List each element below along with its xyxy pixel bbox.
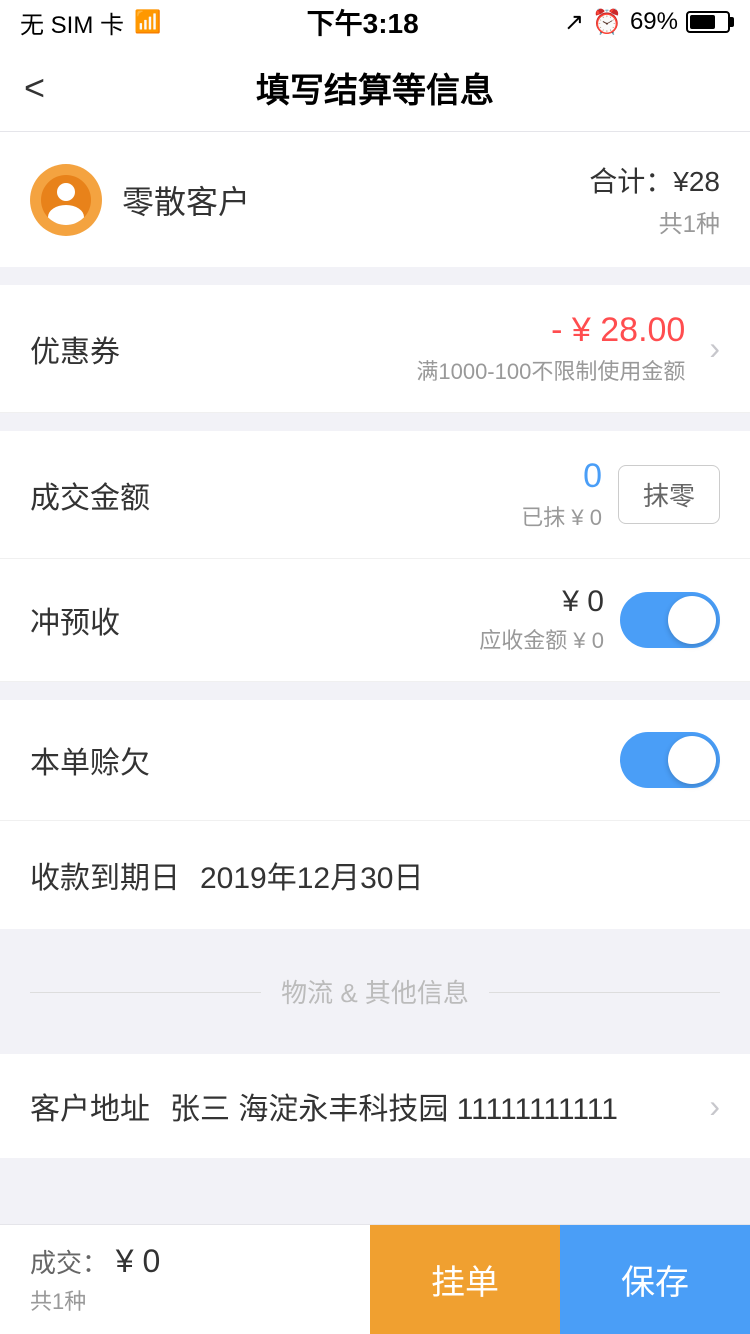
battery-icon xyxy=(686,11,730,33)
bottom-info: 成交： ¥ 0 共1种 xyxy=(0,1243,370,1316)
address-value: 张三 海淀永丰科技园 11111111111 xyxy=(170,1084,681,1128)
coupon-right: - ¥ 28.00 满1000-100不限制使用金额 › xyxy=(416,311,720,386)
coupon-desc: 满1000-100不限制使用金额 xyxy=(416,354,685,386)
debt-toggle-knob xyxy=(668,736,716,784)
debt-toggle[interactable] xyxy=(620,732,720,788)
due-date-label: 收款到期日 xyxy=(30,853,180,897)
transaction-value: 0 xyxy=(521,457,602,496)
save-button[interactable]: 保存 xyxy=(560,1225,750,1334)
address-row[interactable]: 客户地址 张三 海淀永丰科技园 11111111111 › xyxy=(0,1054,750,1158)
location-icon: ↗ xyxy=(564,8,584,37)
due-date-row[interactable]: 收款到期日 2019年12月30日 xyxy=(0,820,750,929)
nav-bar: < 填写结算等信息 xyxy=(0,44,750,132)
bottom-deal-row: 成交： ¥ 0 xyxy=(30,1243,340,1280)
bottom-count: 共1种 xyxy=(30,1284,340,1316)
battery-label: 69% xyxy=(630,8,678,36)
status-time: 下午3:18 xyxy=(307,2,419,42)
logistics-divider: 物流 & 其他信息 xyxy=(0,947,750,1036)
debt-label: 本单赊欠 xyxy=(30,738,150,782)
prepayment-col: ¥ 0 应收金额 ¥ 0 xyxy=(479,585,604,655)
alarm-icon: ⏰ xyxy=(592,8,622,37)
round-button[interactable]: 抹零 xyxy=(618,465,720,524)
status-bar: 无 SIM 卡 📶 下午3:18 ↗ ⏰ 69% xyxy=(0,0,750,44)
toggle-knob xyxy=(668,596,716,644)
transaction-amount-row: 成交金额 0 已抹 ¥ 0 抹零 xyxy=(0,431,750,559)
gap1 xyxy=(0,267,750,285)
prepayment-row: 冲预收 ¥ 0 应收金额 ¥ 0 xyxy=(0,559,750,682)
status-left: 无 SIM 卡 📶 xyxy=(20,5,161,40)
coupon-col: - ¥ 28.00 满1000-100不限制使用金额 xyxy=(416,311,685,386)
total-count: 共1种 xyxy=(589,204,720,239)
hang-button[interactable]: 挂单 xyxy=(370,1225,560,1334)
gap3 xyxy=(0,682,750,700)
carrier-label: 无 SIM 卡 xyxy=(20,5,124,40)
logistics-text: 物流 & 其他信息 xyxy=(261,973,489,1010)
gap4 xyxy=(0,929,750,947)
status-right: ↗ ⏰ 69% xyxy=(564,8,730,37)
address-chevron-icon: › xyxy=(709,1088,720,1125)
customer-left: 零散客户 xyxy=(30,164,250,236)
customer-summary: 合计：¥28 共1种 xyxy=(589,160,720,239)
prepayment-sub: 应收金额 ¥ 0 xyxy=(479,623,604,655)
coupon-row[interactable]: 优惠券 - ¥ 28.00 满1000-100不限制使用金额 › xyxy=(0,285,750,413)
prepayment-toggle[interactable] xyxy=(620,592,720,648)
customer-row: 零散客户 合计：¥28 共1种 xyxy=(0,132,750,267)
back-button[interactable]: < xyxy=(24,67,45,109)
gap5 xyxy=(0,1036,750,1054)
address-label: 客户地址 xyxy=(30,1084,150,1128)
transaction-right: 0 已抹 ¥ 0 抹零 xyxy=(521,457,720,532)
bottom-bar: 成交： ¥ 0 共1种 挂单 保存 xyxy=(0,1224,750,1334)
gap2 xyxy=(0,413,750,431)
debt-row: 本单赊欠 xyxy=(0,700,750,820)
coupon-label: 优惠券 xyxy=(30,327,120,371)
transaction-label: 成交金额 xyxy=(30,473,150,517)
avatar-inner xyxy=(41,175,91,225)
coupon-chevron-icon: › xyxy=(709,330,720,367)
coupon-amount: - ¥ 28.00 xyxy=(416,311,685,350)
prepayment-label: 冲预收 xyxy=(30,598,120,642)
due-date-value: 2019年12月30日 xyxy=(200,853,423,897)
content-area: 零散客户 合计：¥28 共1种 优惠券 - ¥ 28.00 满1000-100不… xyxy=(0,132,750,1278)
avatar xyxy=(30,164,102,236)
customer-name: 零散客户 xyxy=(122,177,250,223)
prepayment-right: ¥ 0 应收金额 ¥ 0 xyxy=(479,585,720,655)
transaction-col: 0 已抹 ¥ 0 xyxy=(521,457,602,532)
bottom-deal-label: 成交： xyxy=(30,1248,108,1278)
transaction-sub: 已抹 ¥ 0 xyxy=(521,500,602,532)
total-amount: 合计：¥28 xyxy=(589,160,720,200)
wifi-icon: 📶 xyxy=(134,9,161,35)
page-title: 填写结算等信息 xyxy=(256,63,494,112)
prepayment-amount: ¥ 0 xyxy=(479,585,604,619)
bottom-deal-amount: ¥ 0 xyxy=(116,1243,160,1279)
